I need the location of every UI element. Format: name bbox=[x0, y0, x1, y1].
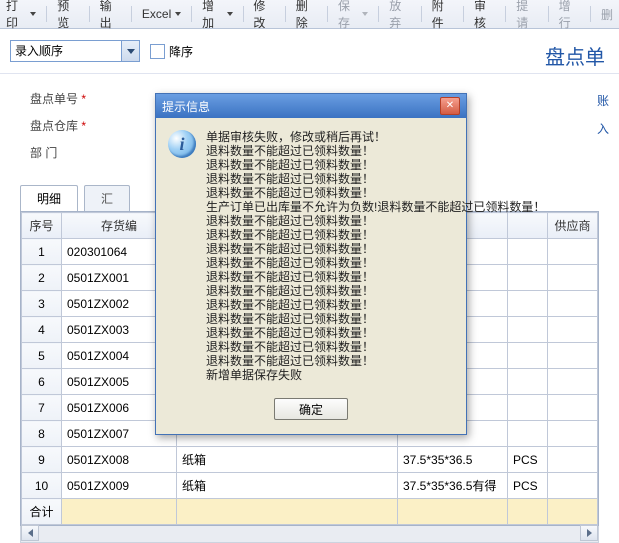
cell-idx: 1 bbox=[22, 239, 62, 265]
chevron-down-icon[interactable] bbox=[121, 41, 139, 61]
dialog-title: 提示信息 bbox=[162, 98, 210, 115]
required-mark: * bbox=[81, 92, 86, 106]
scroll-right-icon[interactable] bbox=[580, 525, 598, 541]
toolbar-增加[interactable]: 增加 bbox=[202, 0, 232, 31]
page-title: 盘点单 bbox=[545, 41, 605, 70]
tab-detail[interactable]: 明细 bbox=[20, 185, 78, 211]
required-mark: * bbox=[81, 119, 86, 133]
side-label-2: 入 bbox=[597, 120, 609, 137]
dialog-titlebar[interactable]: 提示信息 ✕ bbox=[156, 94, 466, 118]
cell-supplier[interactable] bbox=[548, 239, 598, 265]
ok-button[interactable]: 确定 bbox=[274, 398, 348, 420]
cell-supplier[interactable] bbox=[548, 291, 598, 317]
main-toolbar: 打印预览输出 Excel 增加修改删除保存放弃附件审核提请增行 删 bbox=[0, 0, 619, 29]
cell-code[interactable]: 0501ZX008 bbox=[62, 447, 177, 473]
toolbar-输出[interactable]: 输出 bbox=[100, 0, 121, 31]
field-label-dept: 部 门 bbox=[30, 146, 57, 160]
dialog-message: 单据审核失败，修改或稍后再试！ 退料数量不能超过已领料数量！ 退料数量不能超过已… bbox=[206, 130, 545, 382]
cell-idx: 10 bbox=[22, 473, 62, 499]
desc-label: 降序 bbox=[169, 43, 193, 60]
col-idx[interactable]: 序号 bbox=[22, 213, 62, 239]
toolbar-打印[interactable]: 打印 bbox=[6, 0, 36, 31]
table-row[interactable]: 90501ZX008纸箱37.5*35*36.5PCS bbox=[22, 447, 598, 473]
chevron-down-icon bbox=[227, 12, 233, 16]
cell-name[interactable]: 纸箱 bbox=[177, 447, 398, 473]
cell-code[interactable]: 0501ZX009 bbox=[62, 473, 177, 499]
cell-idx: 2 bbox=[22, 265, 62, 291]
toolbar-预览[interactable]: 预览 bbox=[57, 0, 78, 31]
toolbar-附件[interactable]: 附件 bbox=[432, 0, 453, 31]
toolbar-审核[interactable]: 审核 bbox=[474, 0, 495, 31]
cell-supplier[interactable] bbox=[548, 447, 598, 473]
sort-order-value: 录入顺序 bbox=[15, 44, 63, 58]
cell-idx: 4 bbox=[22, 317, 62, 343]
sub-bar: 录入顺序 降序 盘点单 bbox=[0, 29, 619, 74]
close-icon[interactable]: ✕ bbox=[440, 97, 460, 115]
tab-summary[interactable]: 汇 bbox=[84, 185, 130, 211]
sum-row: 合计 bbox=[22, 499, 598, 525]
cell-unit[interactable] bbox=[508, 395, 548, 421]
toolbar-修改[interactable]: 修改 bbox=[253, 0, 274, 31]
chevron-down-icon bbox=[30, 12, 36, 16]
toolbar-删: 删 bbox=[601, 6, 613, 23]
toolbar-保存: 保存 bbox=[338, 0, 368, 31]
cell-spec[interactable]: 37.5*35*36.5 bbox=[398, 447, 508, 473]
cell-supplier[interactable] bbox=[548, 369, 598, 395]
cell-idx: 9 bbox=[22, 447, 62, 473]
message-dialog: 提示信息 ✕ i 单据审核失败，修改或稍后再试！ 退料数量不能超过已领料数量！ … bbox=[155, 93, 467, 435]
toolbar-放弃: 放弃 bbox=[389, 0, 410, 31]
table-row[interactable]: 100501ZX009纸箱37.5*35*36.5有得PCS bbox=[22, 473, 598, 499]
cell-supplier[interactable] bbox=[548, 343, 598, 369]
cell-idx: 5 bbox=[22, 343, 62, 369]
field-label-docno: 盘点单号 bbox=[30, 92, 78, 106]
toolbar-删除[interactable]: 删除 bbox=[296, 0, 317, 31]
cell-idx: 8 bbox=[22, 421, 62, 447]
cell-supplier[interactable] bbox=[548, 473, 598, 499]
cell-unit[interactable]: PCS bbox=[508, 447, 548, 473]
cell-unit[interactable] bbox=[508, 421, 548, 447]
field-label-warehouse: 盘点仓库 bbox=[30, 119, 78, 133]
cell-unit[interactable]: PCS bbox=[508, 473, 548, 499]
cell-supplier[interactable] bbox=[548, 421, 598, 447]
cell-supplier[interactable] bbox=[548, 317, 598, 343]
chevron-down-icon bbox=[175, 12, 181, 16]
scroll-left-icon[interactable] bbox=[21, 525, 39, 541]
cell-name[interactable]: 纸箱 bbox=[177, 473, 398, 499]
cell-idx: 3 bbox=[22, 291, 62, 317]
toolbar-增行: 增行 bbox=[559, 0, 580, 31]
col-supplier[interactable]: 供应商 bbox=[548, 213, 598, 239]
info-icon: i bbox=[168, 130, 196, 158]
sort-order-select[interactable]: 录入顺序 bbox=[10, 40, 140, 62]
side-label-1: 账 bbox=[597, 92, 609, 109]
chevron-down-icon bbox=[362, 12, 368, 16]
cell-supplier[interactable] bbox=[548, 265, 598, 291]
sum-label: 合计 bbox=[22, 499, 62, 525]
cell-spec[interactable]: 37.5*35*36.5有得 bbox=[398, 473, 508, 499]
toolbar-Excel[interactable]: Excel bbox=[142, 7, 181, 21]
cell-idx: 7 bbox=[22, 395, 62, 421]
cell-idx: 6 bbox=[22, 369, 62, 395]
cell-supplier[interactable] bbox=[548, 395, 598, 421]
desc-checkbox[interactable] bbox=[150, 44, 165, 59]
toolbar-提请: 提请 bbox=[516, 0, 537, 31]
